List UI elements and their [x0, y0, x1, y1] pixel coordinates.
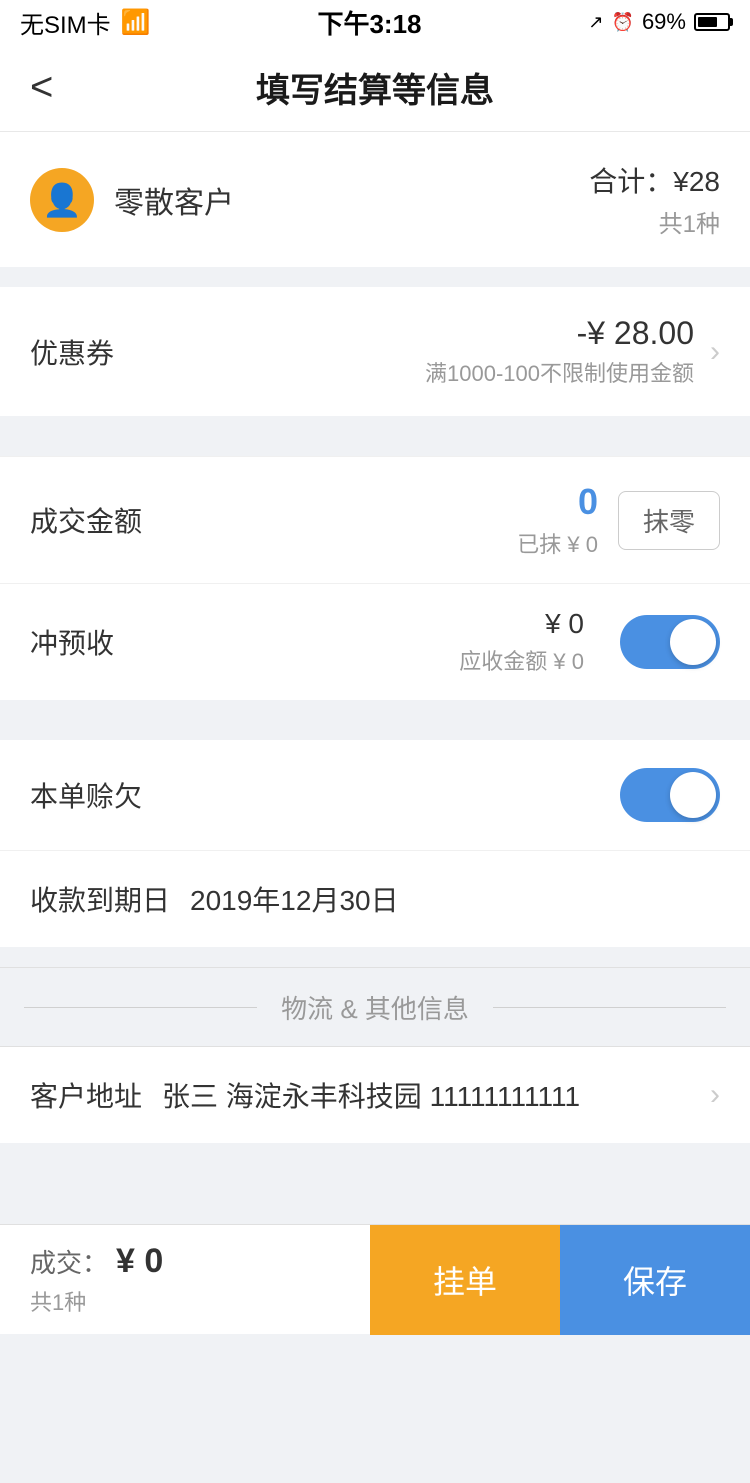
section-divider-1	[0, 436, 750, 456]
due-date-row: 收款到期日 2019年12月30日	[0, 850, 750, 947]
due-date-value: 2019年12月30日	[190, 879, 399, 919]
due-date-label: 收款到期日	[30, 879, 170, 919]
carrier-text: 无SIM卡	[20, 5, 111, 40]
deal-amount-label: 成交金额	[30, 500, 142, 540]
coupon-row[interactable]: 优惠券 -¥ 28.00 满1000-100不限制使用金额 ›	[0, 287, 750, 416]
address-card: 客户地址 张三 海淀永丰科技园 11111111111 ›	[0, 1047, 750, 1143]
prepay-values: ¥ 0 应收金额 ¥ 0	[459, 608, 584, 676]
coupon-card: 优惠券 -¥ 28.00 满1000-100不限制使用金额 ›	[0, 287, 750, 416]
address-value: 张三 海淀永丰科技园 11111111111	[162, 1075, 690, 1115]
coupon-value-block: -¥ 28.00 满1000-100不限制使用金额	[425, 315, 694, 388]
prepay-receivable: 应收金额 ¥ 0	[459, 644, 584, 676]
location-icon: ↗	[588, 12, 603, 33]
back-button[interactable]: <	[30, 55, 63, 120]
logistics-section-header: 物流 & 其他信息	[0, 967, 750, 1047]
page-title: 填写结算等信息	[256, 63, 494, 112]
customer-card: 👤 零散客户 合计：¥28 共1种	[0, 132, 750, 267]
customer-name: 零散客户	[114, 178, 234, 222]
prepay-toggle[interactable]	[620, 615, 720, 669]
address-label: 客户地址	[30, 1075, 142, 1115]
coupon-label: 优惠券	[30, 332, 114, 372]
deal-amount-row: 成交金额 0 已抹 ¥ 0 抹零	[0, 456, 750, 583]
deal-amount-sub: 已抹 ¥ 0	[517, 527, 598, 559]
prepay-amount: ¥ 0	[459, 608, 584, 640]
round-off-button[interactable]: 抹零	[618, 491, 720, 550]
hold-button-label: 挂单	[433, 1257, 497, 1303]
save-button[interactable]: 保存	[560, 1225, 750, 1335]
logistics-label: 物流 & 其他信息	[281, 989, 469, 1026]
avatar: 👤	[30, 168, 94, 232]
chevron-right-icon: ›	[710, 335, 720, 369]
bottom-deal-amount: ¥ 0	[116, 1242, 163, 1281]
bottom-deal-row: 成交： ¥ 0	[30, 1242, 340, 1281]
coupon-discount: -¥ 28.00	[425, 315, 694, 352]
toggle-thumb	[670, 619, 716, 665]
coupon-right: -¥ 28.00 满1000-100不限制使用金额 ›	[114, 315, 720, 388]
address-row[interactable]: 客户地址 张三 海淀永丰科技园 11111111111 ›	[0, 1047, 750, 1143]
coupon-sub: 满1000-100不限制使用金额	[425, 356, 694, 388]
avatar-icon: 👤	[42, 181, 82, 219]
section-line-left	[24, 1007, 257, 1008]
nav-bar: < 填写结算等信息	[0, 44, 750, 132]
address-chevron-icon: ›	[710, 1078, 720, 1112]
bottom-info-wrap: 成交： ¥ 0 共1种	[30, 1242, 340, 1317]
total-count: 共1种	[589, 204, 720, 239]
customer-left: 👤 零散客户	[30, 168, 234, 232]
save-button-label: 保存	[623, 1257, 687, 1303]
section-divider-2	[0, 720, 750, 740]
deal-amount-card: 成交金额 0 已抹 ¥ 0 抹零 冲预收 ¥ 0 应收金额 ¥ 0	[0, 456, 750, 700]
status-bar: 无SIM卡 📶 下午3:18 ↗ ⏰ 69%	[0, 0, 750, 44]
battery-percent: 69%	[642, 9, 686, 35]
status-time: 下午3:18	[317, 4, 421, 41]
section-line-right	[493, 1007, 726, 1008]
bottom-count: 共1种	[30, 1285, 340, 1317]
credit-toggle[interactable]	[620, 768, 720, 822]
credit-label: 本单赊欠	[30, 775, 142, 815]
status-left: 无SIM卡 📶	[20, 5, 151, 40]
credit-toggle-thumb	[670, 772, 716, 818]
credit-row: 本单赊欠	[0, 740, 750, 850]
alarm-icon: ⏰	[612, 12, 634, 33]
prepay-row: 冲预收 ¥ 0 应收金额 ¥ 0	[0, 583, 750, 700]
credit-card: 本单赊欠 收款到期日 2019年12月30日	[0, 740, 750, 947]
bottom-bar: 成交： ¥ 0 共1种 挂单 保存	[0, 1224, 750, 1334]
battery-icon	[694, 13, 730, 31]
customer-row: 👤 零散客户 合计：¥28 共1种	[0, 132, 750, 267]
bottom-info: 成交： ¥ 0 共1种	[0, 1242, 370, 1317]
total-amount: 合计：¥28	[589, 160, 720, 200]
hold-button[interactable]: 挂单	[370, 1225, 560, 1335]
bottom-deal-label: 成交：	[30, 1243, 108, 1280]
customer-right: 合计：¥28 共1种	[589, 160, 720, 239]
prepay-label: 冲预收	[30, 622, 114, 662]
status-right: ↗ ⏰ 69%	[588, 9, 730, 35]
wifi-icon: 📶	[121, 8, 151, 37]
deal-amount-value: 0	[578, 481, 598, 522]
